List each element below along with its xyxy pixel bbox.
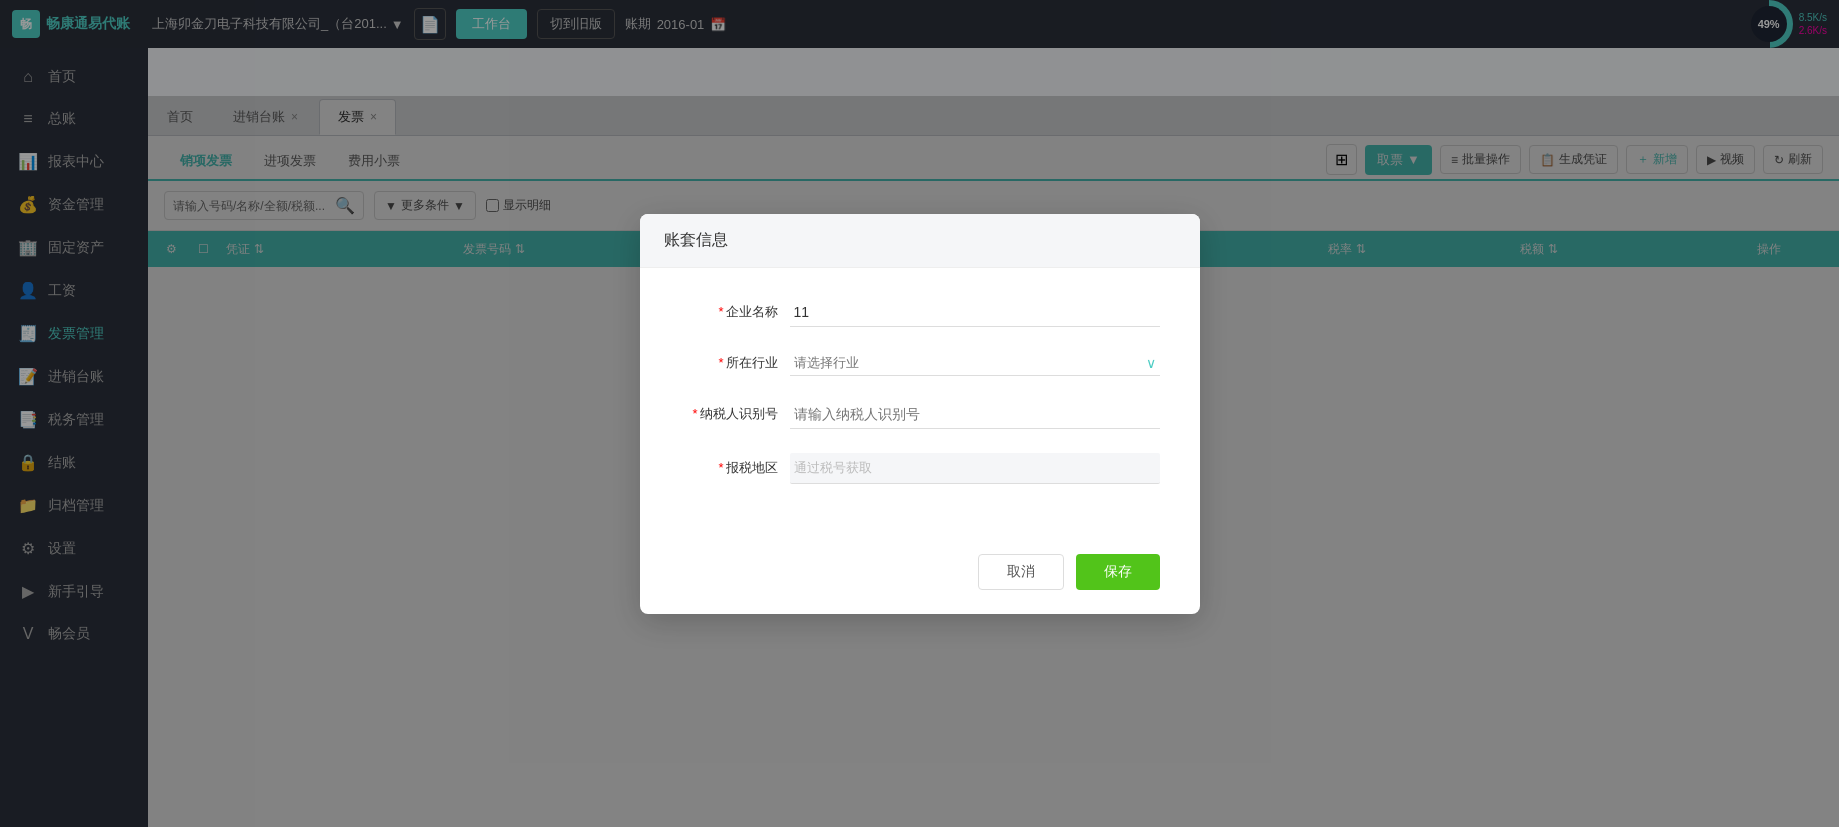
tax-region-disabled-input: 通过税号获取	[790, 453, 1160, 484]
modal-overlay: 账套信息 *企业名称 *所在行业 ∨	[0, 0, 1839, 827]
industry-select-wrap[interactable]: ∨	[790, 351, 1160, 376]
required-star-2: *	[718, 355, 723, 370]
required-star-4: *	[718, 460, 723, 475]
company-name-input[interactable]	[790, 298, 1160, 327]
industry-label: *所在行业	[680, 354, 790, 372]
modal-title: 账套信息	[664, 231, 728, 248]
industry-select-input[interactable]	[794, 355, 1146, 370]
tax-region-field: *报税地区 通过税号获取	[680, 453, 1160, 484]
industry-dropdown-icon: ∨	[1146, 355, 1156, 371]
required-star-3: *	[692, 406, 697, 421]
tax-id-label: *纳税人识别号	[680, 405, 790, 423]
tax-region-label: *报税地区	[680, 459, 790, 477]
industry-field: *所在行业 ∨	[680, 351, 1160, 376]
modal-footer: 取消 保存	[640, 538, 1200, 614]
modal-body: *企业名称 *所在行业 ∨ *纳税人识别号	[640, 268, 1200, 538]
required-star-1: *	[718, 304, 723, 319]
company-name-label: *企业名称	[680, 303, 790, 321]
tax-id-input[interactable]	[790, 400, 1160, 429]
account-info-modal: 账套信息 *企业名称 *所在行业 ∨	[640, 214, 1200, 614]
save-button[interactable]: 保存	[1076, 554, 1160, 590]
company-name-field: *企业名称	[680, 298, 1160, 327]
modal-header: 账套信息	[640, 214, 1200, 268]
tax-id-field: *纳税人识别号	[680, 400, 1160, 429]
cancel-button[interactable]: 取消	[978, 554, 1064, 590]
